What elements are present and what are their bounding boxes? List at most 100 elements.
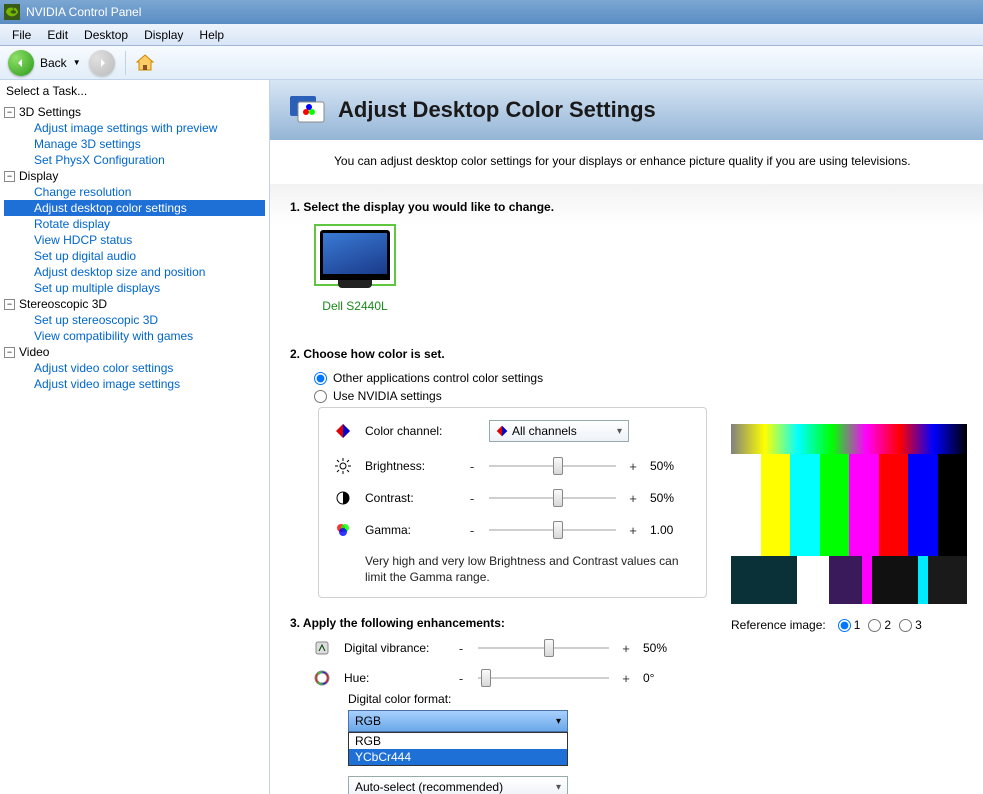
window-titlebar: NVIDIA Control Panel: [0, 0, 983, 24]
page-header-icon: [286, 90, 326, 130]
tree-item[interactable]: Change resolution: [4, 184, 265, 200]
brightness-value: 50%: [650, 459, 690, 473]
menu-desktop[interactable]: Desktop: [76, 25, 136, 45]
reference-image-option-2[interactable]: 2: [868, 618, 891, 632]
color-channel-label: Color channel:: [365, 424, 455, 438]
collapse-icon[interactable]: −: [4, 107, 15, 118]
digital-color-format-value: RGB: [355, 714, 381, 728]
toolbar-divider: [125, 51, 126, 75]
back-history-dropdown[interactable]: ▼: [73, 58, 81, 67]
display-thumbnail[interactable]: Dell S2440L: [314, 224, 396, 313]
hue-slider[interactable]: [478, 677, 609, 679]
step3-heading: 3. Apply the following enhancements:: [290, 616, 707, 630]
brightness-slider[interactable]: [489, 465, 616, 467]
menu-help[interactable]: Help: [191, 25, 232, 45]
monitor-icon: [320, 230, 390, 280]
tree-category[interactable]: −3D Settings: [4, 104, 265, 120]
digital-color-format-option[interactable]: YCbCr444: [349, 749, 567, 765]
task-sidebar: Select a Task... −3D SettingsAdjust imag…: [0, 80, 270, 794]
vibrance-slider[interactable]: [478, 647, 609, 649]
tree-item[interactable]: Set up multiple displays: [4, 280, 265, 296]
tree-item[interactable]: View HDCP status: [4, 232, 265, 248]
forward-button[interactable]: [89, 50, 115, 76]
tree-item[interactable]: Set PhysX Configuration: [4, 152, 265, 168]
brightness-icon: [335, 458, 351, 474]
page-description: You can adjust desktop color settings fo…: [270, 140, 983, 184]
collapse-icon[interactable]: −: [4, 171, 15, 182]
digital-color-format-option[interactable]: RGB: [349, 733, 567, 749]
back-button[interactable]: [8, 50, 34, 76]
task-sidebar-header: Select a Task...: [0, 80, 269, 102]
gamma-minus[interactable]: -: [465, 523, 479, 538]
brightness-plus[interactable]: +: [626, 459, 640, 474]
contrast-plus[interactable]: +: [626, 491, 640, 506]
tree-item[interactable]: Adjust video image settings: [4, 376, 265, 392]
color-channel-icon: [335, 423, 351, 439]
dynamic-range-select[interactable]: Auto-select (recommended): [348, 776, 568, 794]
tree-category[interactable]: −Display: [4, 168, 265, 184]
radio-other-apps-label: Other applications control color setting…: [333, 371, 543, 385]
page-header: Adjust Desktop Color Settings: [270, 80, 983, 140]
gamma-icon: [335, 522, 351, 538]
tree-item[interactable]: Set up digital audio: [4, 248, 265, 264]
display-label: Dell S2440L: [314, 299, 396, 313]
color-settings-box: Color channel: All channels Brightness: …: [318, 407, 707, 598]
gamma-plus[interactable]: +: [626, 523, 640, 538]
collapse-icon[interactable]: −: [4, 299, 15, 310]
digital-color-format-select[interactable]: RGB RGBYCbCr444: [348, 710, 568, 766]
radio-other-apps[interactable]: Other applications control color setting…: [314, 371, 707, 385]
hue-plus[interactable]: +: [619, 671, 633, 686]
tree-item[interactable]: Adjust image settings with preview: [4, 120, 265, 136]
collapse-icon[interactable]: −: [4, 347, 15, 358]
window-title: NVIDIA Control Panel: [26, 5, 141, 19]
vibrance-minus[interactable]: -: [454, 641, 468, 656]
task-tree: −3D SettingsAdjust image settings with p…: [0, 102, 269, 394]
menu-edit[interactable]: Edit: [39, 25, 76, 45]
radio-use-nvidia-input[interactable]: [314, 390, 327, 403]
gamma-label: Gamma:: [365, 523, 455, 537]
tree-item[interactable]: Adjust video color settings: [4, 360, 265, 376]
hue-value: 0°: [643, 671, 683, 685]
tree-item[interactable]: Adjust desktop size and position: [4, 264, 265, 280]
tree-category[interactable]: −Video: [4, 344, 265, 360]
color-channel-select[interactable]: All channels: [489, 420, 629, 442]
vibrance-plus[interactable]: +: [619, 641, 633, 656]
reference-image-preview: [731, 424, 967, 604]
contrast-value: 50%: [650, 491, 690, 505]
reference-image-option-1[interactable]: 1: [838, 618, 861, 632]
radio-other-apps-input[interactable]: [314, 372, 327, 385]
tree-item[interactable]: Manage 3D settings: [4, 136, 265, 152]
digital-color-format-label: Digital color format:: [348, 692, 707, 706]
step2-heading: 2. Choose how color is set.: [290, 347, 707, 361]
gamma-note: Very high and very low Brightness and Co…: [365, 554, 690, 585]
vibrance-value: 50%: [643, 641, 683, 655]
hue-minus[interactable]: -: [454, 671, 468, 686]
tree-item[interactable]: Set up stereoscopic 3D: [4, 312, 265, 328]
reference-image-option-3[interactable]: 3: [899, 618, 922, 632]
digital-vibrance-icon: [314, 640, 330, 656]
radio-use-nvidia-label: Use NVIDIA settings: [333, 389, 442, 403]
toolbar: Back ▼: [0, 46, 983, 80]
menu-display[interactable]: Display: [136, 25, 191, 45]
step1-heading: 1. Select the display you would like to …: [290, 200, 707, 214]
reference-image-label: Reference image:: [731, 618, 826, 632]
tree-category[interactable]: −Stereoscopic 3D: [4, 296, 265, 312]
contrast-minus[interactable]: -: [465, 491, 479, 506]
menubar: File Edit Desktop Display Help: [0, 24, 983, 46]
tree-item[interactable]: Adjust desktop color settings: [4, 200, 265, 216]
brightness-minus[interactable]: -: [465, 459, 479, 474]
home-button[interactable]: [134, 52, 156, 74]
digital-vibrance-label: Digital vibrance:: [344, 641, 444, 655]
menu-file[interactable]: File: [4, 25, 39, 45]
contrast-slider[interactable]: [489, 497, 616, 499]
digital-color-format-listbox[interactable]: RGBYCbCr444: [348, 732, 568, 766]
contrast-label: Contrast:: [365, 491, 455, 505]
gamma-slider[interactable]: [489, 529, 616, 531]
radio-use-nvidia[interactable]: Use NVIDIA settings: [314, 389, 707, 403]
tree-item[interactable]: View compatibility with games: [4, 328, 265, 344]
page-title: Adjust Desktop Color Settings: [338, 97, 656, 123]
hue-label: Hue:: [344, 671, 444, 685]
tree-item[interactable]: Rotate display: [4, 216, 265, 232]
back-label: Back: [40, 56, 67, 70]
main-panel: Adjust Desktop Color Settings You can ad…: [270, 80, 983, 794]
